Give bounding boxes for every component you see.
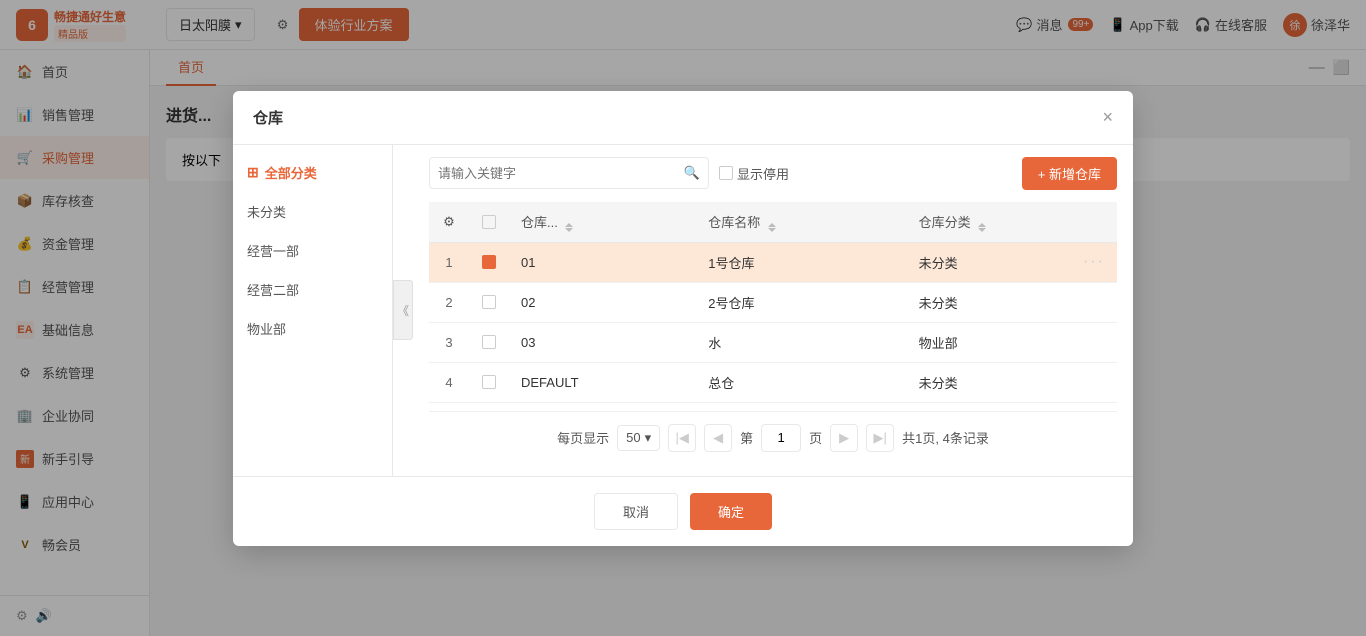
row-category: 未分类··· xyxy=(907,243,1117,282)
warehouse-modal: 仓库 × ⊞ 全部分类 未分类 经营一部 经营二部 物业部 《 xyxy=(233,91,1133,546)
first-page-button[interactable]: |◀ xyxy=(668,424,696,452)
cancel-button[interactable]: 取消 xyxy=(594,493,678,530)
confirm-button[interactable]: 确定 xyxy=(690,493,772,530)
col-checkbox xyxy=(469,202,509,243)
sort-name-icon xyxy=(768,223,776,232)
modal-close-button[interactable]: × xyxy=(1102,107,1113,128)
modal-body: ⊞ 全部分类 未分类 经营一部 经营二部 物业部 《 🔍 xyxy=(233,145,1133,476)
next-page-button[interactable]: ▶ xyxy=(830,424,858,452)
per-page-label: 每页显示 xyxy=(557,428,609,447)
modal-sidebar-dept2[interactable]: 经营二部 xyxy=(233,270,392,309)
row-code: DEFAULT xyxy=(509,362,696,402)
chevron-down-icon: ▾ xyxy=(645,430,652,446)
table-row[interactable]: 2 02 2号仓库 未分类 xyxy=(429,282,1117,322)
col-code[interactable]: 仓库... xyxy=(509,202,696,243)
col-name[interactable]: 仓库名称 xyxy=(696,202,906,243)
sort-code-icon xyxy=(565,223,573,232)
row-code: 02 xyxy=(509,282,696,322)
row-more-icon[interactable]: ··· xyxy=(1083,253,1105,271)
page-input[interactable] xyxy=(761,424,801,452)
show-disabled-label[interactable]: 显示停用 xyxy=(719,164,789,183)
row-num: 1 xyxy=(429,242,469,282)
row-name: 1号仓库 xyxy=(696,242,906,282)
modal-table: ⚙ 仓库... 仓库名称 仓库分类 1 01 1号仓库 未分类··· 2 02 … xyxy=(429,202,1117,403)
row-select-checkbox[interactable] xyxy=(482,295,496,309)
row-name: 总仓 xyxy=(696,362,906,402)
row-code: 01 xyxy=(509,242,696,282)
row-select-checkbox[interactable] xyxy=(482,375,496,389)
row-name: 2号仓库 xyxy=(696,282,906,322)
modal-header: 仓库 × xyxy=(233,91,1133,145)
modal-sidebar: ⊞ 全部分类 未分类 经营一部 经营二部 物业部 xyxy=(233,145,393,476)
row-code: 03 xyxy=(509,322,696,362)
total-info: 共1页, 4条记录 xyxy=(902,428,989,447)
modal-sidebar-unclassified[interactable]: 未分类 xyxy=(233,192,392,231)
row-checkbox[interactable] xyxy=(469,282,509,322)
modal-footer: 取消 确定 xyxy=(233,476,1133,546)
row-checkbox[interactable] xyxy=(469,322,509,362)
show-disabled-checkbox[interactable] xyxy=(719,166,733,180)
row-name: 水 xyxy=(696,322,906,362)
page-label: 第 xyxy=(740,428,753,447)
modal-toolbar: 🔍 显示停用 + 新增仓库 xyxy=(429,157,1117,190)
modal-overlay: 仓库 × ⊞ 全部分类 未分类 经营一部 经营二部 物业部 《 xyxy=(0,0,1366,636)
row-select-checkbox[interactable] xyxy=(482,335,496,349)
last-page-button[interactable]: ▶| xyxy=(866,424,894,452)
modal-all-category[interactable]: ⊞ 全部分类 xyxy=(233,153,392,192)
row-checkbox[interactable] xyxy=(469,362,509,402)
table-row[interactable]: 1 01 1号仓库 未分类··· xyxy=(429,242,1117,282)
modal-search-input[interactable] xyxy=(438,166,684,181)
add-warehouse-button[interactable]: + 新增仓库 xyxy=(1022,157,1117,190)
modal-search-box: 🔍 xyxy=(429,157,709,189)
modal-main: 🔍 显示停用 + 新增仓库 ⚙ 仓库... 仓库名称 仓库分类 xyxy=(413,145,1133,476)
row-num: 2 xyxy=(429,282,469,322)
row-category: 物业部 xyxy=(907,323,1117,362)
table-row[interactable]: 4 DEFAULT 总仓 未分类 xyxy=(429,362,1117,402)
row-num: 4 xyxy=(429,362,469,402)
grid-icon: ⊞ xyxy=(247,164,259,181)
row-checkbox[interactable] xyxy=(469,242,509,282)
modal-sidebar-property[interactable]: 物业部 xyxy=(233,309,392,348)
col-settings: ⚙ xyxy=(429,202,469,243)
prev-page-button[interactable]: ◀ xyxy=(704,424,732,452)
table-row[interactable]: 3 03 水 物业部 xyxy=(429,322,1117,362)
modal-title: 仓库 xyxy=(253,107,283,128)
warehouse-table: ⚙ 仓库... 仓库名称 仓库分类 1 01 1号仓库 未分类··· 2 02 … xyxy=(429,202,1117,403)
modal-sidebar-dept1[interactable]: 经营一部 xyxy=(233,231,392,270)
search-icon[interactable]: 🔍 xyxy=(684,165,700,181)
col-category[interactable]: 仓库分类 xyxy=(907,202,1117,243)
page-suffix: 页 xyxy=(809,428,822,447)
row-num: 3 xyxy=(429,322,469,362)
row-category: 未分类 xyxy=(907,363,1117,402)
row-category: 未分类 xyxy=(907,283,1117,322)
select-all-checkbox[interactable] xyxy=(482,215,496,229)
modal-pagination: 每页显示 50 ▾ |◀ ◀ 第 页 ▶ ▶| 共1页, 4条记录 xyxy=(429,411,1117,464)
per-page-select[interactable]: 50 ▾ xyxy=(617,425,660,451)
row-select-checkbox[interactable] xyxy=(482,255,496,269)
collapse-sidebar-button[interactable]: 《 xyxy=(393,280,413,340)
sort-category-icon xyxy=(978,223,986,232)
